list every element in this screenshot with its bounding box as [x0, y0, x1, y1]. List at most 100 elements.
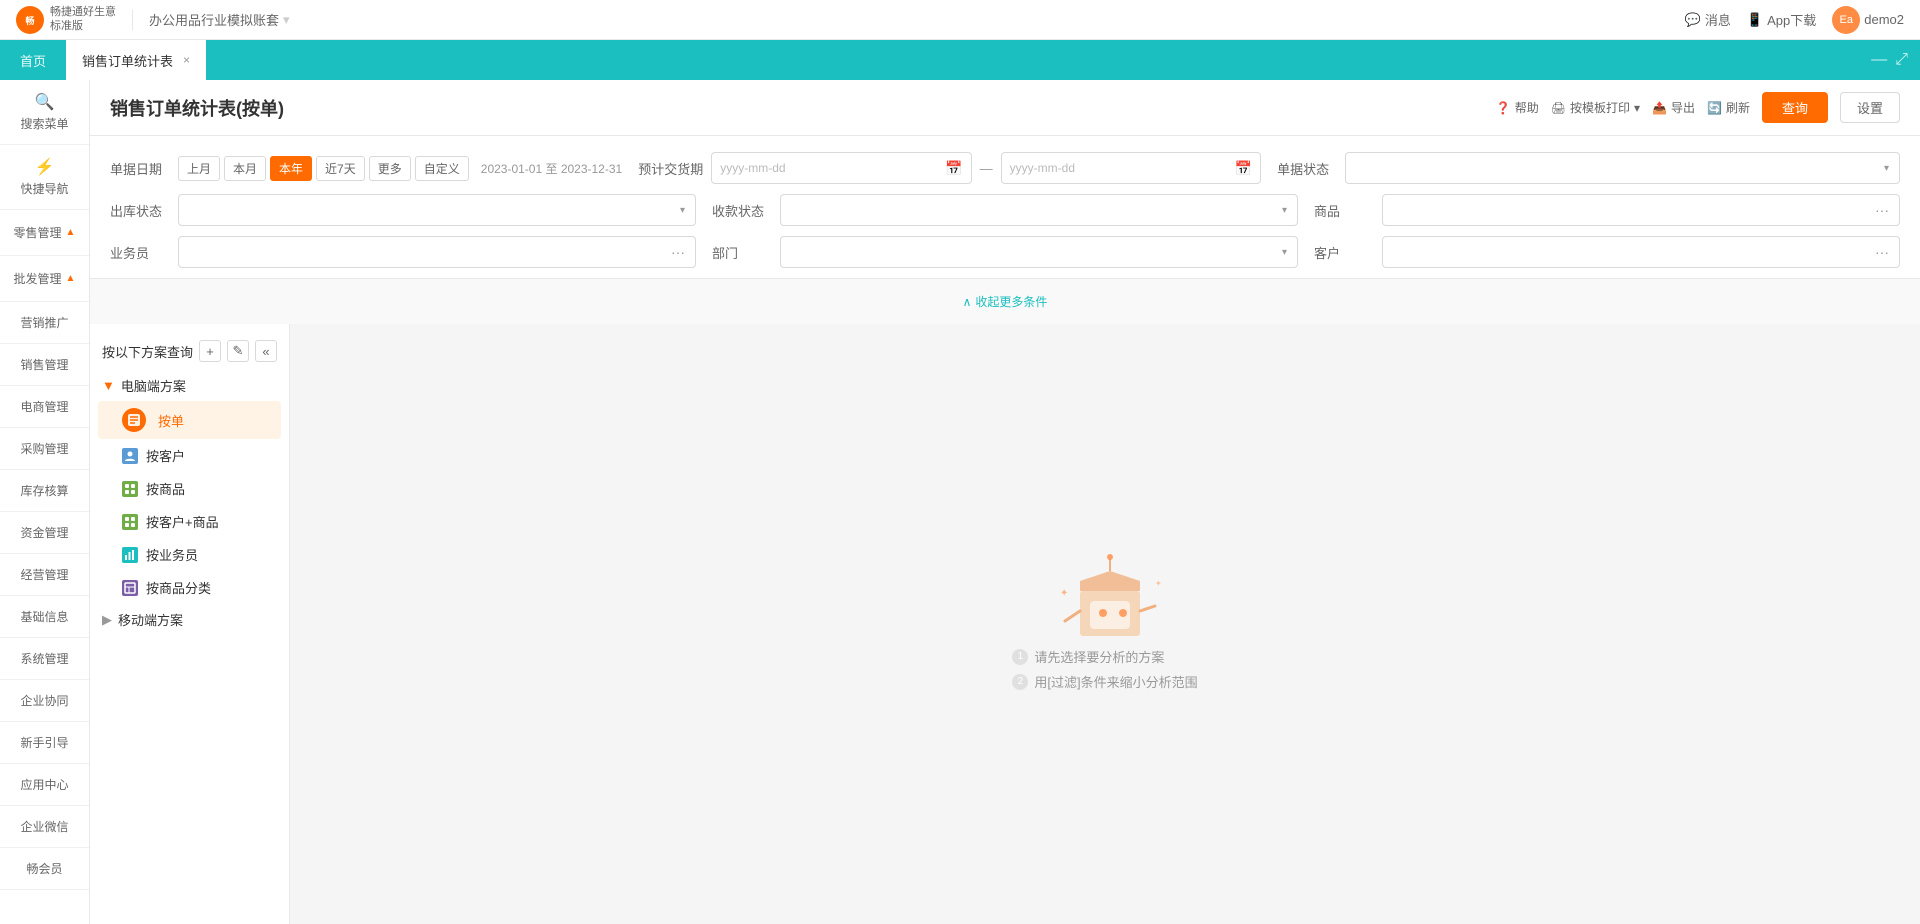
prev-month-btn[interactable]: 上月 [178, 156, 220, 181]
logo-area[interactable]: 畅 畅捷通好生意 标准版 [16, 6, 116, 34]
more-btn[interactable]: 更多 [369, 156, 411, 181]
sidebar-item-wechat[interactable]: 企业微信 [0, 806, 89, 848]
app-download-btn[interactable]: 📱 App下载 [1747, 10, 1816, 29]
tab-close-btn[interactable]: × [183, 53, 190, 67]
filter-row-3: 业务员 ··· 部门 ▾ 客户 [110, 236, 1900, 268]
add-scheme-btn[interactable]: + [199, 340, 221, 362]
sidebar-item-operation[interactable]: 经营管理 [0, 554, 89, 596]
payment-chevron-icon: ▾ [1282, 205, 1287, 216]
export-icon: 📤 [1652, 101, 1667, 115]
edit-scheme-btn[interactable]: ✎ [227, 340, 249, 362]
order-status-select[interactable]: ▾ [1345, 152, 1900, 184]
tab-sales-order-stats[interactable]: 销售订单统计表 × [66, 40, 206, 80]
delivery-status-select[interactable]: ▾ [178, 194, 696, 226]
minimize-icon[interactable]: — [1871, 51, 1887, 69]
page-header: 销售订单统计表(按单) ❓ 帮助 🖨 按模板打印 ▾ 📤 导出 🔄 刷新 [90, 80, 1920, 136]
sidebar-item-enterprise[interactable]: 企业协同 [0, 680, 89, 722]
scheme-group-mobile-header[interactable]: ▶ 移动端方案 [98, 604, 281, 635]
user-profile-btn[interactable]: Ea demo2 [1832, 6, 1904, 34]
refresh-icon: 🔄 [1707, 101, 1722, 115]
scheme-item-by-customer-goods[interactable]: 按客户+商品 [98, 505, 281, 538]
department-select[interactable]: ▾ [780, 236, 1298, 268]
svg-text:✦: ✦ [1155, 579, 1162, 588]
payment-status-select[interactable]: ▾ [780, 194, 1298, 226]
main-layout: 🔍 搜索菜单 ⚡ 快捷导航 零售管理 ▲ 批发管理 ▲ 营销推广 销售管理 电商… [0, 80, 1920, 924]
scheme-item-by-order[interactable]: 按单 [98, 401, 281, 439]
sidebar-item-sales[interactable]: 销售管理 [0, 344, 89, 386]
print-btn[interactable]: 🖨 按模板打印 ▾ [1551, 99, 1640, 116]
sidebar-item-purchase[interactable]: 采购管理 [0, 428, 89, 470]
order-status-chevron-icon: ▾ [1884, 163, 1889, 174]
collapse-bar: ∧ 收起更多条件 [90, 278, 1920, 324]
sidebar-item-retail[interactable]: 零售管理 ▲ [0, 210, 89, 256]
header-left: 畅 畅捷通好生意 标准版 办公用品行业模拟账套 ▾ [16, 6, 290, 34]
salesperson-group: 业务员 ··· [110, 236, 696, 268]
sidebar-item-ecommerce[interactable]: 电商管理 [0, 386, 89, 428]
maximize-icon[interactable]: ⤢ [1895, 51, 1908, 69]
expected-date-label: 预计交货期 [638, 159, 703, 178]
scheme-item-by-customer[interactable]: 按客户 [98, 439, 281, 472]
filter-row-2: 出库状态 ▾ 收款状态 ▾ 商品 [110, 194, 1900, 226]
expected-date-start[interactable]: yyyy-mm-dd 📅 [711, 152, 971, 184]
delivery-chevron-icon: ▾ [680, 205, 685, 216]
filter-row-1: 单据日期 上月 本月 本年 近7天 更多 自定义 2023-01-01 至 20… [110, 152, 1900, 184]
window-controls: — ⤢ [1871, 51, 1920, 69]
left-panel: 按以下方案查询 + ✎ « ▼ 电脑端方案 按单 [90, 324, 290, 924]
scheme-icon-by-goods-category [122, 580, 138, 596]
sidebar-item-inventory[interactable]: 库存核算 [0, 470, 89, 512]
sidebar-item-wholesale[interactable]: 批发管理 ▲ [0, 256, 89, 302]
scheme-group-mobile: ▶ 移动端方案 [90, 604, 289, 635]
sidebar-item-guide[interactable]: 新手引导 [0, 722, 89, 764]
customer-group: 客户 ··· [1314, 236, 1900, 268]
sidebar-item-search[interactable]: 🔍 搜索菜单 [0, 80, 89, 145]
panel-title: 按以下方案查询 [102, 342, 193, 361]
date-range-text: 2023-01-01 至 2023-12-31 [481, 160, 622, 177]
customer-select[interactable]: ··· [1382, 236, 1900, 268]
logo-icon: 畅 [16, 6, 44, 34]
right-content: ✦ ✦ 1 请先选择要分析的方案 2 用[过滤]条件来缩小分析范围 [290, 324, 1920, 924]
salesperson-select[interactable]: ··· [178, 236, 696, 268]
goods-select[interactable]: ··· [1382, 194, 1900, 226]
filter-section: 单据日期 上月 本月 本年 近7天 更多 自定义 2023-01-01 至 20… [90, 136, 1920, 278]
scheme-icon-by-customer-goods [122, 514, 138, 530]
sidebar-item-shortcuts[interactable]: ⚡ 快捷导航 [0, 145, 89, 210]
scheme-item-by-goods-category[interactable]: 按商品分类 [98, 571, 281, 604]
help-icon: ❓ [1496, 101, 1511, 115]
svg-text:畅: 畅 [25, 15, 34, 26]
scheme-item-by-goods[interactable]: 按商品 [98, 472, 281, 505]
shortcuts-icon: ⚡ [35, 157, 55, 177]
settings-btn[interactable]: 设置 [1840, 92, 1900, 123]
curr-year-btn[interactable]: 本年 [270, 156, 312, 181]
curr-month-btn[interactable]: 本月 [224, 156, 266, 181]
sidebar-item-membership[interactable]: 畅会员 [0, 848, 89, 890]
sidebar-item-apps[interactable]: 应用中心 [0, 764, 89, 806]
scheme-icon-by-goods [122, 481, 138, 497]
query-btn[interactable]: 查询 [1762, 92, 1828, 123]
custom-btn[interactable]: 自定义 [415, 156, 469, 181]
scheme-item-by-salesperson[interactable]: 按业务员 [98, 538, 281, 571]
messages-btn[interactable]: 💬 消息 [1685, 10, 1731, 29]
customer-label: 客户 [1314, 243, 1374, 262]
sidebar-item-finance[interactable]: 资金管理 [0, 512, 89, 554]
scheme-group-pc: ▼ 电脑端方案 按单 按客户 [90, 370, 289, 604]
collapse-panel-btn[interactable]: « [255, 340, 277, 362]
avatar: Ea [1832, 6, 1860, 34]
export-btn[interactable]: 📤 导出 [1652, 99, 1695, 116]
sidebar-item-system[interactable]: 系统管理 [0, 638, 89, 680]
last7-btn[interactable]: 近7天 [316, 156, 365, 181]
sidebar: 🔍 搜索菜单 ⚡ 快捷导航 零售管理 ▲ 批发管理 ▲ 营销推广 销售管理 电商… [0, 80, 90, 924]
collapse-btn[interactable]: ∧ 收起更多条件 [963, 285, 1048, 318]
breadcrumb[interactable]: 办公用品行业模拟账套 ▾ [149, 10, 290, 29]
svg-text:✦: ✦ [1060, 588, 1068, 599]
scheme-group-pc-header[interactable]: ▼ 电脑端方案 [98, 370, 281, 401]
sidebar-item-basic-info[interactable]: 基础信息 [0, 596, 89, 638]
sidebar-item-marketing[interactable]: 营销推广 [0, 302, 89, 344]
date-filter-group: 单据日期 上月 本月 本年 近7天 更多 自定义 2023-01-01 至 20… [110, 156, 622, 181]
delivery-label: 出库状态 [110, 201, 170, 220]
help-btn[interactable]: ❓ 帮助 [1496, 99, 1539, 116]
date-label: 单据日期 [110, 159, 170, 178]
tab-home[interactable]: 首页 [0, 40, 66, 80]
scheme-icon-by-order [122, 408, 146, 432]
expected-date-end[interactable]: yyyy-mm-dd 📅 [1001, 152, 1261, 184]
refresh-btn[interactable]: 🔄 刷新 [1707, 99, 1750, 116]
